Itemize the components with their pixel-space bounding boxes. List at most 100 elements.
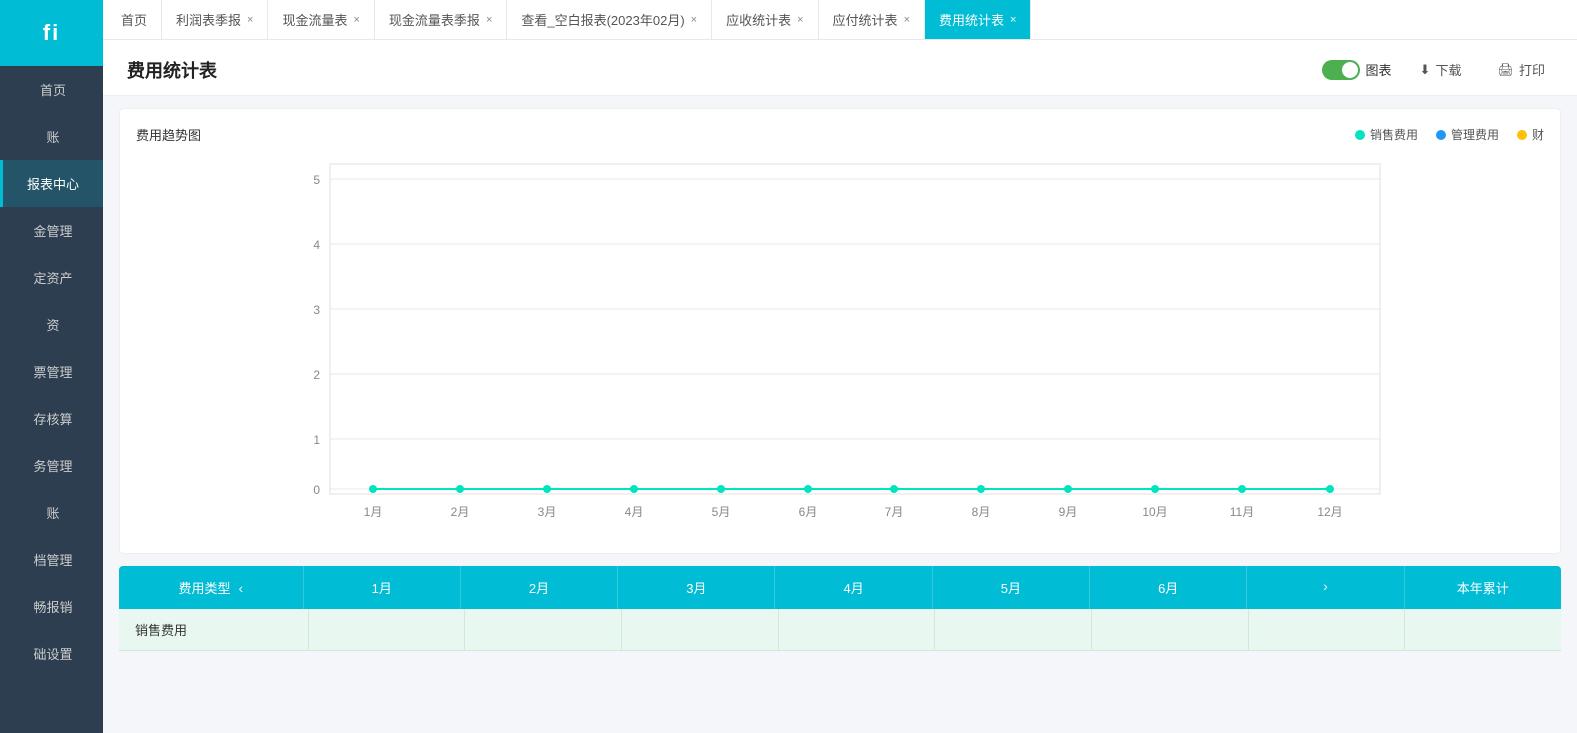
sidebar-item-inventory[interactable]: 存核算 xyxy=(0,395,103,442)
svg-text:3: 3 xyxy=(313,303,320,317)
sidebar-item-home[interactable]: 首页 xyxy=(0,66,103,113)
sidebar-item-sub-account[interactable]: 账 xyxy=(0,489,103,536)
legend-admin-label: 管理费用 xyxy=(1451,126,1499,143)
th-col-ytd: 本年累计 xyxy=(1405,566,1561,609)
th-nav-next[interactable]: › xyxy=(1247,566,1404,609)
tab-bar: 首页 利润表季报 × 现金流量表 × 现金流量表季报 × 查看_空白报表(202… xyxy=(103,0,1577,40)
svg-text:1月: 1月 xyxy=(364,505,383,519)
svg-text:12月: 12月 xyxy=(1317,505,1342,519)
legend-dot-admin xyxy=(1436,130,1446,140)
tab-profit-quarterly[interactable]: 利润表季报 × xyxy=(162,0,268,39)
svg-text:3月: 3月 xyxy=(538,505,557,519)
tab-receivable-label: 应收统计表 xyxy=(726,10,791,29)
sidebar-item-bill-management[interactable]: 票管理 xyxy=(0,348,103,395)
sidebar-item-report-center[interactable]: 报表中心 xyxy=(0,160,103,207)
legend-sales: 销售费用 xyxy=(1355,126,1418,143)
nav-next-icon[interactable]: › xyxy=(1323,578,1328,594)
close-icon[interactable]: × xyxy=(247,14,253,26)
td-val-1 xyxy=(309,609,466,650)
svg-text:4月: 4月 xyxy=(625,505,644,519)
legend-finance: 财 xyxy=(1517,126,1544,143)
th-col-4: 4月 xyxy=(775,566,932,609)
sidebar-item-expense-report[interactable]: 畅报销 xyxy=(0,583,103,630)
chart-header: 费用趋势图 销售费用 管理费用 财 xyxy=(136,125,1544,144)
tab-blank-report[interactable]: 查看_空白报表(2023年02月) × xyxy=(507,0,712,39)
chart-title: 费用趋势图 xyxy=(136,125,201,144)
th-type-label: 费用类型 xyxy=(178,578,230,597)
svg-text:5: 5 xyxy=(313,173,320,187)
table-header-row: 费用类型 ‹ 1月 2月 3月 4月 5月 6月 › 本年累计 xyxy=(119,566,1561,609)
page-header: 费用统计表 图表 ⬇ 下载 🖨 打印 xyxy=(103,40,1577,96)
close-icon[interactable]: × xyxy=(904,14,910,26)
svg-text:2: 2 xyxy=(313,368,320,382)
legend-sales-label: 销售费用 xyxy=(1370,126,1418,143)
td-val-6 xyxy=(1092,609,1249,650)
legend-finance-label: 财 xyxy=(1532,126,1544,143)
svg-text:11月: 11月 xyxy=(1230,505,1254,519)
tab-cashflow-quarterly-label: 现金流量表季报 xyxy=(389,10,480,29)
td-val-2 xyxy=(465,609,622,650)
sidebar-item-loan[interactable]: 资 xyxy=(0,301,103,348)
svg-text:1: 1 xyxy=(313,433,320,447)
svg-text:5月: 5月 xyxy=(712,505,731,519)
th-type: 费用类型 ‹ xyxy=(119,566,304,609)
td-val-3 xyxy=(622,609,779,650)
th-col-2: 2月 xyxy=(461,566,618,609)
sidebar-item-service-management[interactable]: 务管理 xyxy=(0,442,103,489)
tab-payable[interactable]: 应付统计表 × xyxy=(819,0,925,39)
sidebar-item-file-management[interactable]: 档管理 xyxy=(0,536,103,583)
close-icon[interactable]: × xyxy=(1010,14,1016,26)
td-val-5 xyxy=(935,609,1092,650)
close-icon[interactable]: × xyxy=(486,14,492,26)
sidebar-item-basic-settings[interactable]: 础设置 xyxy=(0,630,103,677)
print-button[interactable]: 🖨 打印 xyxy=(1489,56,1553,83)
sidebar-item-fund-management[interactable]: 金管理 xyxy=(0,207,103,254)
print-label: 打印 xyxy=(1519,60,1545,79)
close-icon[interactable]: × xyxy=(691,14,697,26)
svg-text:6月: 6月 xyxy=(799,505,818,519)
tab-home[interactable]: 首页 xyxy=(107,0,162,39)
tab-home-label: 首页 xyxy=(121,10,147,29)
tab-expense[interactable]: 费用统计表 × xyxy=(925,0,1031,39)
tab-profit-quarterly-label: 利润表季报 xyxy=(176,10,241,29)
svg-text:7月: 7月 xyxy=(885,505,904,519)
tab-cashflow-quarterly[interactable]: 现金流量表季报 × xyxy=(375,0,507,39)
td-type: 销售费用 xyxy=(119,609,309,650)
tab-payable-label: 应付统计表 xyxy=(833,10,898,29)
sidebar-logo: fi xyxy=(0,0,103,66)
td-val-4 xyxy=(779,609,936,650)
table-row: 销售费用 xyxy=(119,609,1561,651)
download-label: 下载 xyxy=(1435,60,1461,79)
td-val-ytd xyxy=(1405,609,1561,650)
sidebar: fi 首页 账 报表中心 金管理 定资产 资 票管理 存核算 务管理 账 档管理… xyxy=(0,0,103,733)
svg-text:8月: 8月 xyxy=(972,505,991,519)
download-icon: ⬇ xyxy=(1420,62,1431,78)
svg-text:2月: 2月 xyxy=(451,505,470,519)
chart-container: 5 4 3 2 1 0 xyxy=(136,154,1544,537)
toggle-switch[interactable] xyxy=(1322,60,1360,80)
legend-admin: 管理费用 xyxy=(1436,126,1499,143)
download-button[interactable]: ⬇ 下载 xyxy=(1412,56,1470,83)
sidebar-item-fixed-assets[interactable]: 定资产 xyxy=(0,254,103,301)
th-col-1: 1月 xyxy=(304,566,461,609)
chart-toggle[interactable]: 图表 xyxy=(1322,60,1392,80)
legend-dot-finance xyxy=(1517,130,1527,140)
sidebar-item-account[interactable]: 账 xyxy=(0,113,103,160)
chart-svg: 5 4 3 2 1 0 xyxy=(136,154,1544,534)
td-nav-placeholder xyxy=(1249,609,1406,650)
svg-text:10月: 10月 xyxy=(1142,505,1167,519)
svg-text:9月: 9月 xyxy=(1059,505,1078,519)
tab-cashflow-label: 现金流量表 xyxy=(282,10,347,29)
nav-prev-icon[interactable]: ‹ xyxy=(238,580,243,596)
legend-dot-sales xyxy=(1355,130,1365,140)
chart-section: 费用趋势图 销售费用 管理费用 财 xyxy=(119,108,1561,554)
tab-cashflow[interactable]: 现金流量表 × xyxy=(268,0,374,39)
tab-blank-report-label: 查看_空白报表(2023年02月) xyxy=(521,10,684,29)
content-area: 费用统计表 图表 ⬇ 下载 🖨 打印 费用趋势图 xyxy=(103,40,1577,733)
table-section: 费用类型 ‹ 1月 2月 3月 4月 5月 6月 › 本年累计 销售费用 xyxy=(119,566,1561,651)
print-icon: 🖨 xyxy=(1497,62,1514,78)
toggle-label-text: 图表 xyxy=(1366,60,1392,79)
close-icon[interactable]: × xyxy=(353,14,359,26)
close-icon[interactable]: × xyxy=(797,14,803,26)
tab-receivable[interactable]: 应收统计表 × xyxy=(712,0,818,39)
